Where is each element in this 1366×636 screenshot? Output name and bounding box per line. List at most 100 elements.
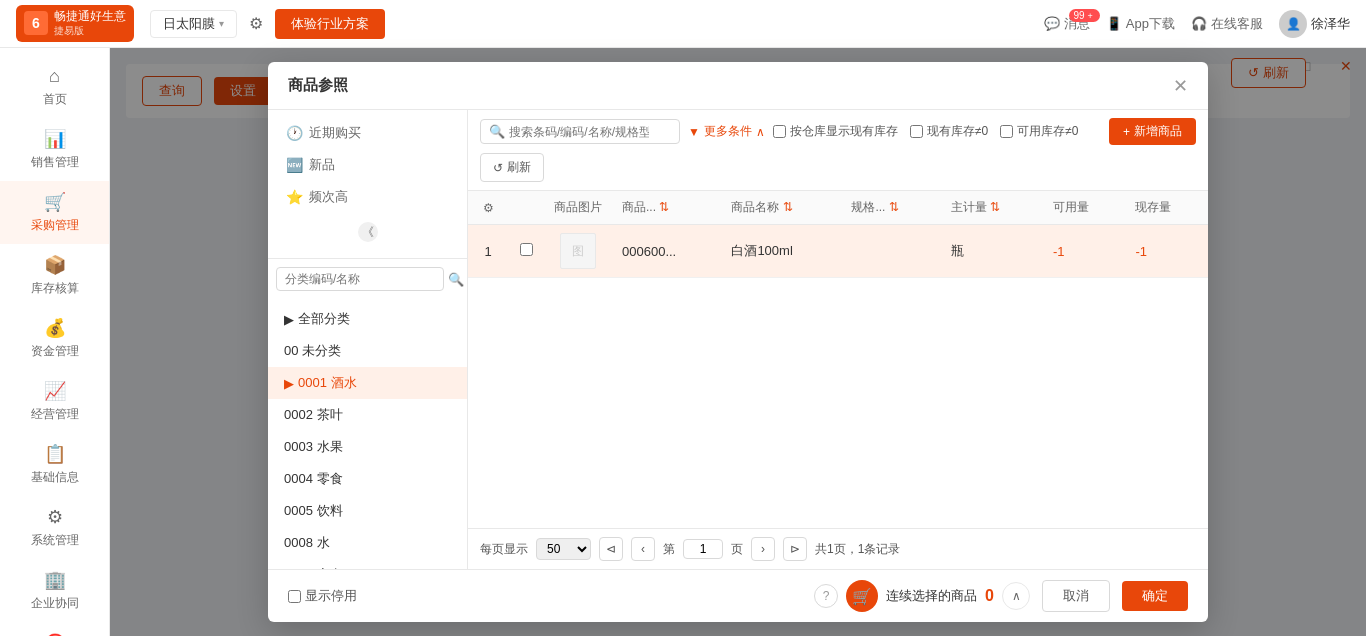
modal-footer: 显示停用 ? 🛒 连续选择的商品 0 ∧ 取消 确定 xyxy=(268,569,1208,622)
sidebar-item-system[interactable]: ⚙ 系统管理 xyxy=(0,496,109,559)
product-search-input[interactable] xyxy=(509,125,649,139)
checkbox-stock-nonzero[interactable]: 现有库存≠0 xyxy=(910,123,988,140)
page-number-input[interactable] xyxy=(683,539,723,559)
headset-icon: 🎧 xyxy=(1191,16,1207,31)
category-search-input[interactable] xyxy=(276,267,444,291)
category-search-icon[interactable]: 🔍 xyxy=(448,272,464,287)
category-0005[interactable]: 0005 饮料 xyxy=(268,495,467,527)
per-page-select[interactable]: 50 100 200 xyxy=(536,538,591,560)
left-panel: 🕐 近期购买 🆕 新品 ⭐ 频次高 《 xyxy=(268,110,468,569)
prev-page-button[interactable]: ‹ xyxy=(631,537,655,561)
settings-icon[interactable]: ⚙ xyxy=(249,14,263,33)
sidebar-item-enterprise[interactable]: 🏢 企业协同 xyxy=(0,559,109,622)
col-name[interactable]: 商品名称 ⇅ xyxy=(721,191,841,225)
category-all-arrow: ▶ xyxy=(284,312,294,327)
category-00-label: 00 未分类 xyxy=(284,342,341,360)
app-download[interactable]: 📱 App下载 xyxy=(1106,15,1175,33)
row-available: -1 xyxy=(1043,225,1126,278)
sidebar-item-finance[interactable]: 💰 资金管理 xyxy=(0,307,109,370)
tab-recent[interactable]: 🕐 近期购买 xyxy=(276,118,459,148)
business-icon: 📈 xyxy=(44,380,66,402)
category-0010[interactable]: 0010 家电 xyxy=(268,559,467,569)
cart-count: 0 xyxy=(985,587,994,605)
product-image: 图 xyxy=(560,233,596,269)
add-product-button[interactable]: + 新增商品 xyxy=(1109,118,1196,145)
sidebar-label-business: 经营管理 xyxy=(31,406,79,423)
cancel-button[interactable]: 取消 xyxy=(1042,580,1110,612)
category-0008-label: 0008 水 xyxy=(284,534,330,552)
page-total: 共1页，1条记录 xyxy=(815,541,900,558)
category-all[interactable]: ▶ 全部分类 xyxy=(268,303,467,335)
category-00[interactable]: 00 未分类 xyxy=(268,335,467,367)
category-0005-label: 0005 饮料 xyxy=(284,502,343,520)
online-service[interactable]: 🎧 在线客服 xyxy=(1191,15,1263,33)
category-0008[interactable]: 0008 水 xyxy=(268,527,467,559)
sidebar-item-purchase[interactable]: 🛒 采购管理 xyxy=(0,181,109,244)
more-filter-button[interactable]: ▼ 更多条件 ∧ xyxy=(688,123,765,140)
tab-new[interactable]: 🆕 新品 xyxy=(276,150,459,180)
sidebar-item-sales[interactable]: 📊 销售管理 xyxy=(0,118,109,181)
messages-badge[interactable]: 💬 消息 99+ xyxy=(1044,15,1090,33)
close-modal-button[interactable]: ✕ xyxy=(1173,77,1188,95)
row-num: 1 xyxy=(468,225,508,278)
navbar: 6 畅捷通好生意 捷易版 日太阳膜 ▾ ⚙ 体验行业方案 💬 消息 99+ 📱 … xyxy=(0,0,1366,48)
category-0002-label: 0002 茶叶 xyxy=(284,406,343,424)
sidebar: ⌂ 首页 📊 销售管理 🛒 采购管理 📦 库存核算 💰 资金管理 📈 经营管理 … xyxy=(0,48,110,636)
checkbox-show-stock-input[interactable] xyxy=(773,125,786,138)
modal-title: 商品参照 xyxy=(288,76,348,95)
col-unit[interactable]: 主计量 ⇅ xyxy=(941,191,1043,225)
add-icon: + xyxy=(1123,125,1130,139)
row-checkbox[interactable] xyxy=(520,243,533,256)
category-0001[interactable]: ▶ 0001 酒水 xyxy=(268,367,467,399)
category-0004[interactable]: 0004 零食 xyxy=(268,463,467,495)
trial-button[interactable]: 体验行业方案 xyxy=(275,9,385,39)
collapse-cart-button[interactable]: ∧ xyxy=(1002,582,1030,610)
col-spec[interactable]: 规格... ⇅ xyxy=(841,191,940,225)
logo[interactable]: 6 畅捷通好生意 捷易版 xyxy=(16,5,134,41)
row-spec xyxy=(841,225,940,278)
first-page-button[interactable]: ⊲ xyxy=(599,537,623,561)
checkbox-available-nonzero[interactable]: 可用库存≠0 xyxy=(1000,123,1078,140)
category-0002[interactable]: 0002 茶叶 xyxy=(268,399,467,431)
sidebar-item-basic[interactable]: 📋 基础信息 xyxy=(0,433,109,496)
user-menu[interactable]: 👤 徐泽华 xyxy=(1279,10,1350,38)
row-code: 000600... xyxy=(612,225,721,278)
last-page-button[interactable]: ⊳ xyxy=(783,537,807,561)
modal-overlay: 商品参照 ✕ 🕐 近期购买 🆕 xyxy=(110,48,1366,636)
filter-label: 更多条件 xyxy=(704,123,752,140)
category-0001-label: 0001 酒水 xyxy=(298,374,357,392)
sidebar-label-purchase: 采购管理 xyxy=(31,217,79,234)
cart-icon[interactable]: 🛒 xyxy=(846,580,878,612)
recent-icon: 🕐 xyxy=(286,125,303,141)
sidebar-item-home[interactable]: ⌂ 首页 xyxy=(0,56,109,118)
message-count: 99+ xyxy=(1069,9,1099,22)
product-table: ⚙ 商品图片 商品... ⇅ 商品名称 xyxy=(468,191,1208,278)
refresh-button[interactable]: ↺ 刷新 xyxy=(480,153,544,182)
sidebar-item-inventory[interactable]: 📦 库存核算 xyxy=(0,244,109,307)
category-search: 🔍 xyxy=(268,259,467,299)
checkbox-show-stock[interactable]: 按仓库显示现有库存 xyxy=(773,123,898,140)
table-row[interactable]: 1 图 xyxy=(468,225,1208,278)
col-code[interactable]: 商品... ⇅ xyxy=(612,191,721,225)
right-panel: 🔍 ▼ 更多条件 ∧ 按仓库显示现有库存 xyxy=(468,110,1208,569)
confirm-button[interactable]: 确定 xyxy=(1122,581,1188,611)
sidebar-item-guide[interactable]: 🎯 新手引导 xyxy=(0,622,109,636)
collapse-left-button[interactable]: 《 xyxy=(358,222,378,242)
checkbox-available-nonzero-input[interactable] xyxy=(1000,125,1013,138)
home-icon: ⌂ xyxy=(49,66,60,87)
show-disabled-input[interactable] xyxy=(288,590,301,603)
store-selector[interactable]: 日太阳膜 ▾ xyxy=(150,10,237,38)
checkbox-stock-nonzero-input[interactable] xyxy=(910,125,923,138)
show-disabled-checkbox[interactable]: 显示停用 xyxy=(288,587,357,605)
row-check[interactable] xyxy=(508,225,544,278)
help-button[interactable]: ? xyxy=(814,584,838,608)
refresh-icon: ↺ xyxy=(493,161,503,175)
sidebar-item-business[interactable]: 📈 经营管理 xyxy=(0,370,109,433)
sort-spec-icon: ⇅ xyxy=(889,200,899,214)
tab-frequent[interactable]: ⭐ 频次高 xyxy=(276,182,459,212)
category-0004-label: 0004 零食 xyxy=(284,470,343,488)
next-page-button[interactable]: › xyxy=(751,537,775,561)
category-0003[interactable]: 0003 水果 xyxy=(268,431,467,463)
modal-body: 🕐 近期购买 🆕 新品 ⭐ 频次高 《 xyxy=(268,110,1208,569)
col-settings[interactable]: ⚙ xyxy=(468,191,508,225)
